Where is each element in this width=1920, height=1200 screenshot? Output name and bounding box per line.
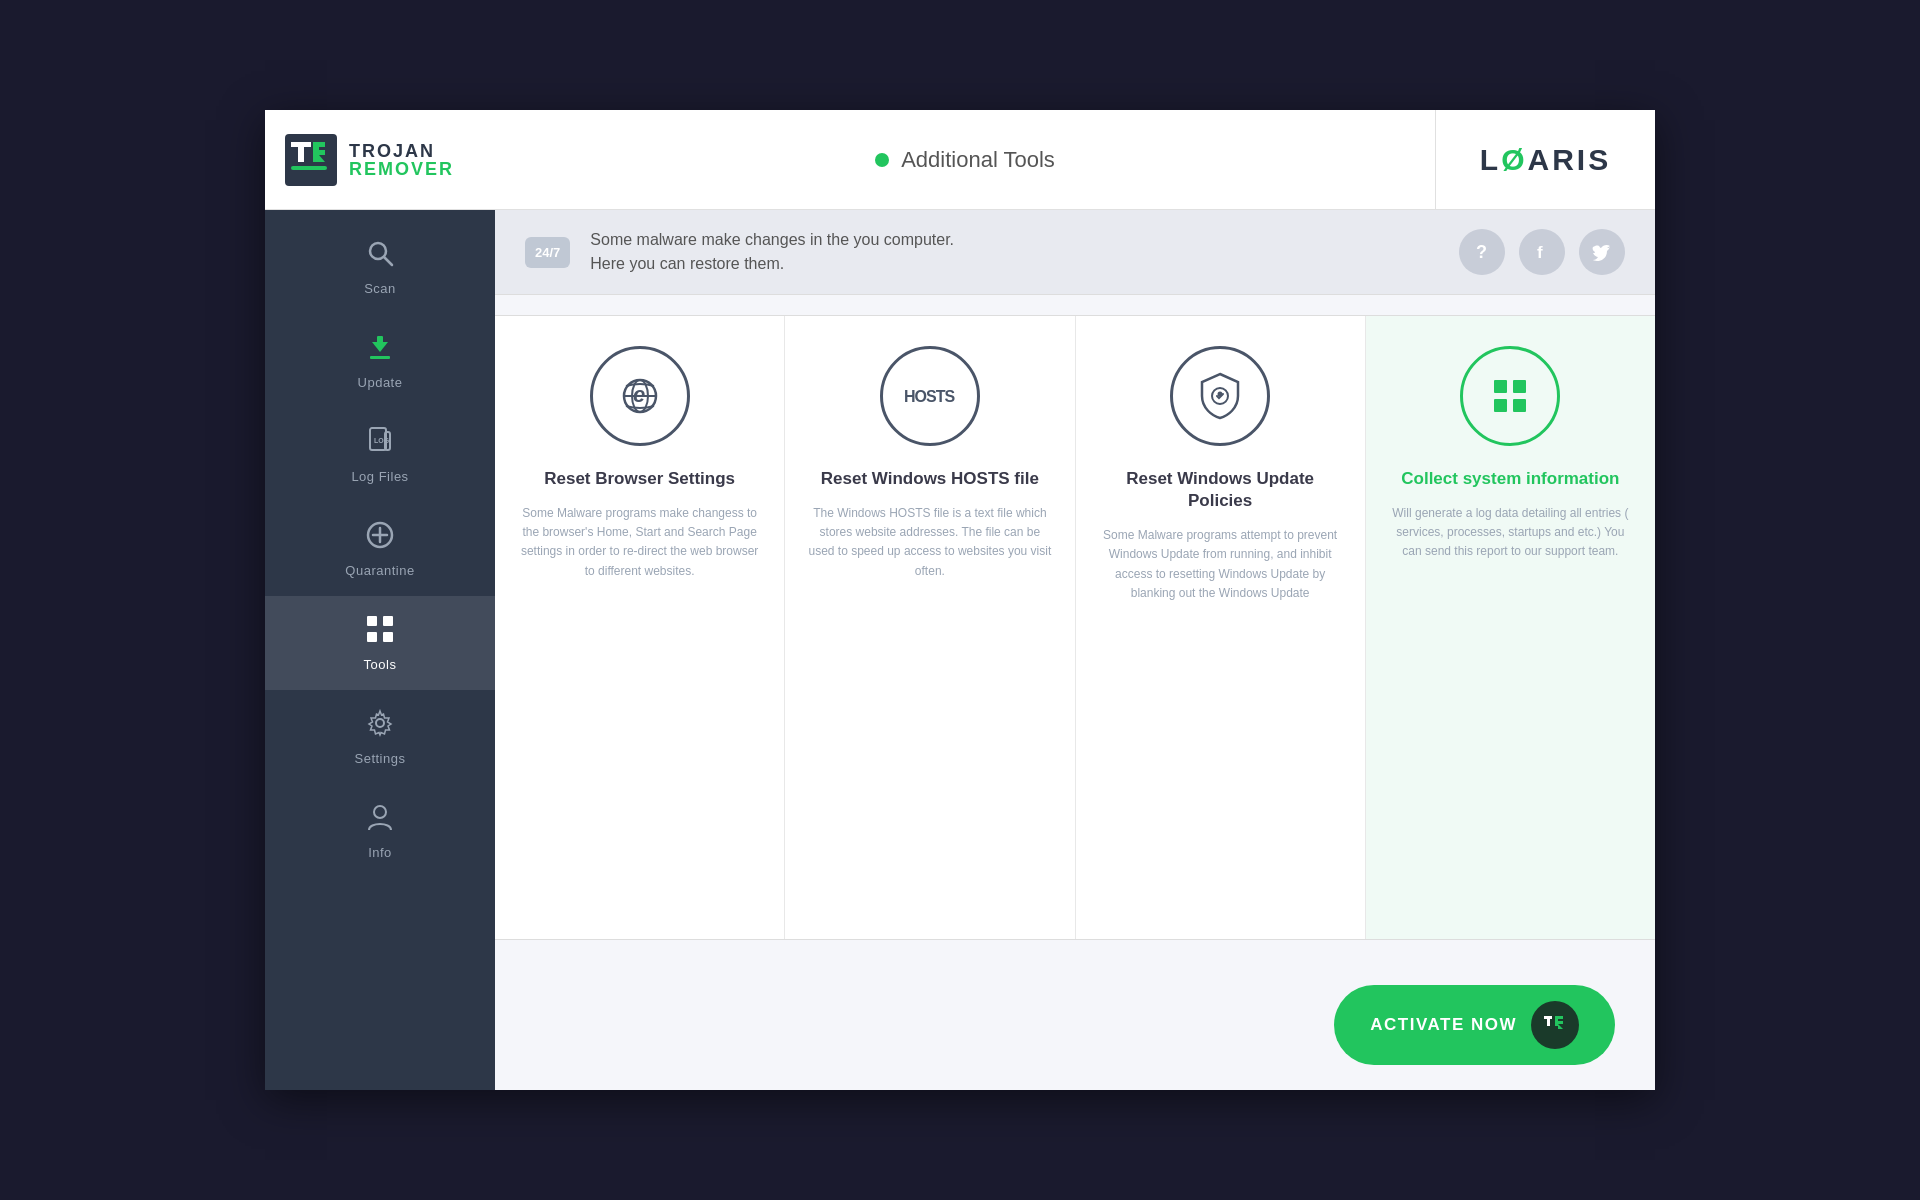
tool-desc-reset-browser: Some Malware programs make changess to t… — [515, 504, 764, 581]
tool-card-reset-update[interactable]: Reset Windows Update Policies Some Malwa… — [1076, 316, 1366, 939]
logo-area: TROJAN REMOVER — [265, 134, 495, 186]
tool-title-reset-update: Reset Windows Update Policies — [1096, 468, 1345, 512]
logo-trojan: TROJAN — [349, 142, 454, 160]
main-layout: Scan Update LOG — [265, 210, 1655, 1090]
tool-desc-reset-hosts: The Windows HOSTS file is a text file wh… — [805, 504, 1054, 581]
sidebar-settings-label: Settings — [355, 751, 406, 766]
badge-247: 24/7 — [525, 237, 570, 268]
banner-left: 24/7 Some malware make changes in the yo… — [525, 228, 954, 276]
sidebar-item-quarantine[interactable]: Quarantine — [265, 502, 495, 596]
svg-rect-22 — [383, 632, 393, 642]
sidebar-scan-label: Scan — [364, 281, 396, 296]
content-area: 24/7 Some malware make changes in the yo… — [495, 210, 1655, 1090]
header: TROJAN REMOVER Additional Tools LØARIS — [265, 110, 1655, 210]
top-banner: 24/7 Some malware make changes in the yo… — [495, 210, 1655, 295]
activate-btn-icon — [1531, 1001, 1579, 1049]
tools-grid-icon — [365, 614, 395, 651]
sidebar-quarantine-label: Quarantine — [345, 563, 414, 578]
svg-rect-35 — [1513, 380, 1526, 393]
svg-rect-10 — [370, 356, 390, 359]
sidebar-tools-label: Tools — [364, 657, 397, 672]
user-icon — [365, 802, 395, 839]
search-icon — [365, 238, 395, 275]
tool-title-reset-browser: Reset Browser Settings — [544, 468, 735, 490]
facebook-icon-button[interactable]: f — [1519, 229, 1565, 275]
sidebar-item-scan[interactable]: Scan — [265, 220, 495, 314]
banner-line1: Some malware make changes in the you com… — [590, 228, 954, 252]
sidebar-item-settings[interactable]: Settings — [265, 690, 495, 784]
svg-point-33 — [1218, 392, 1223, 397]
svg-text:HOSTS: HOSTS — [904, 388, 955, 405]
svg-rect-12 — [377, 336, 383, 348]
svg-rect-37 — [1513, 399, 1526, 412]
svg-rect-36 — [1494, 399, 1507, 412]
svg-rect-20 — [383, 616, 393, 626]
logo-remover: REMOVER — [349, 160, 454, 178]
svg-rect-39 — [1547, 1016, 1550, 1026]
status-dot — [875, 153, 889, 167]
tool-desc-collect-system: Will generate a log data detailing all e… — [1386, 504, 1635, 562]
activate-now-button[interactable]: ACTIVATE NOW — [1334, 985, 1615, 1065]
svg-text:e: e — [633, 382, 645, 407]
svg-text:f: f — [1537, 243, 1543, 262]
twitter-icon-button[interactable] — [1579, 229, 1625, 275]
tool-card-reset-browser[interactable]: e Reset Browser Settings Some Malware pr… — [495, 316, 785, 939]
sidebar-item-tools[interactable]: Tools — [265, 596, 495, 690]
sidebar-item-update[interactable]: Update — [265, 314, 495, 408]
app-container: TROJAN REMOVER Additional Tools LØARIS — [265, 110, 1655, 1090]
shield-icon-circle — [1170, 346, 1270, 446]
sidebar-logfiles-label: Log Files — [351, 469, 408, 484]
svg-marker-43 — [1558, 1024, 1563, 1029]
help-icon-button[interactable]: ? — [1459, 229, 1505, 275]
svg-rect-0 — [285, 134, 337, 186]
windows-icon-circle — [1460, 346, 1560, 446]
svg-rect-5 — [313, 150, 325, 155]
banner-text: Some malware make changes in the you com… — [590, 228, 954, 276]
tools-grid: e Reset Browser Settings Some Malware pr… — [495, 315, 1655, 940]
activate-label: ACTIVATE NOW — [1370, 1015, 1517, 1035]
header-middle: Additional Tools — [495, 147, 1435, 173]
sidebar-update-label: Update — [358, 375, 403, 390]
svg-text:?: ? — [1476, 242, 1487, 262]
loaris-logo: LØARIS — [1480, 143, 1611, 177]
banner-line2: Here you can restore them. — [590, 252, 954, 276]
tool-title-collect-system: Collect system information — [1401, 468, 1619, 490]
sidebar-info-label: Info — [368, 845, 392, 860]
tool-title-reset-hosts: Reset Windows HOSTS file — [821, 468, 1039, 490]
logo-text: TROJAN REMOVER — [349, 142, 454, 178]
svg-rect-21 — [367, 632, 377, 642]
svg-point-23 — [376, 719, 384, 727]
tool-desc-reset-update: Some Malware programs attempt to prevent… — [1096, 526, 1345, 603]
sidebar-item-info[interactable]: Info — [265, 784, 495, 878]
tool-card-reset-hosts[interactable]: HOSTS Reset Windows HOSTS file The Windo… — [785, 316, 1075, 939]
header-right: LØARIS — [1435, 110, 1655, 209]
additional-tools-label: Additional Tools — [901, 147, 1055, 173]
tools-grid-wrapper: e Reset Browser Settings Some Malware pr… — [495, 295, 1655, 960]
gear-icon — [365, 708, 395, 745]
banner-icons: ? f — [1459, 229, 1625, 275]
plus-circle-icon — [365, 520, 395, 557]
svg-text:LOG: LOG — [374, 437, 390, 444]
download-icon — [365, 332, 395, 369]
bottom-area: ACTIVATE NOW — [495, 960, 1655, 1090]
svg-rect-2 — [298, 142, 304, 162]
trojan-remover-logo-icon — [285, 134, 337, 186]
svg-line-9 — [384, 257, 392, 265]
sidebar-item-logfiles[interactable]: LOG Log Files — [265, 408, 495, 502]
sidebar: Scan Update LOG — [265, 210, 495, 1090]
hosts-icon-circle: HOSTS — [880, 346, 980, 446]
svg-point-24 — [374, 806, 386, 818]
svg-rect-34 — [1494, 380, 1507, 393]
tool-card-collect-system[interactable]: Collect system information Will generate… — [1366, 316, 1655, 939]
svg-rect-19 — [367, 616, 377, 626]
svg-rect-7 — [291, 166, 327, 170]
ie-icon-circle: e — [590, 346, 690, 446]
svg-rect-42 — [1555, 1021, 1563, 1024]
svg-rect-4 — [313, 142, 325, 147]
log-file-icon: LOG — [365, 426, 395, 463]
svg-rect-41 — [1555, 1016, 1563, 1019]
